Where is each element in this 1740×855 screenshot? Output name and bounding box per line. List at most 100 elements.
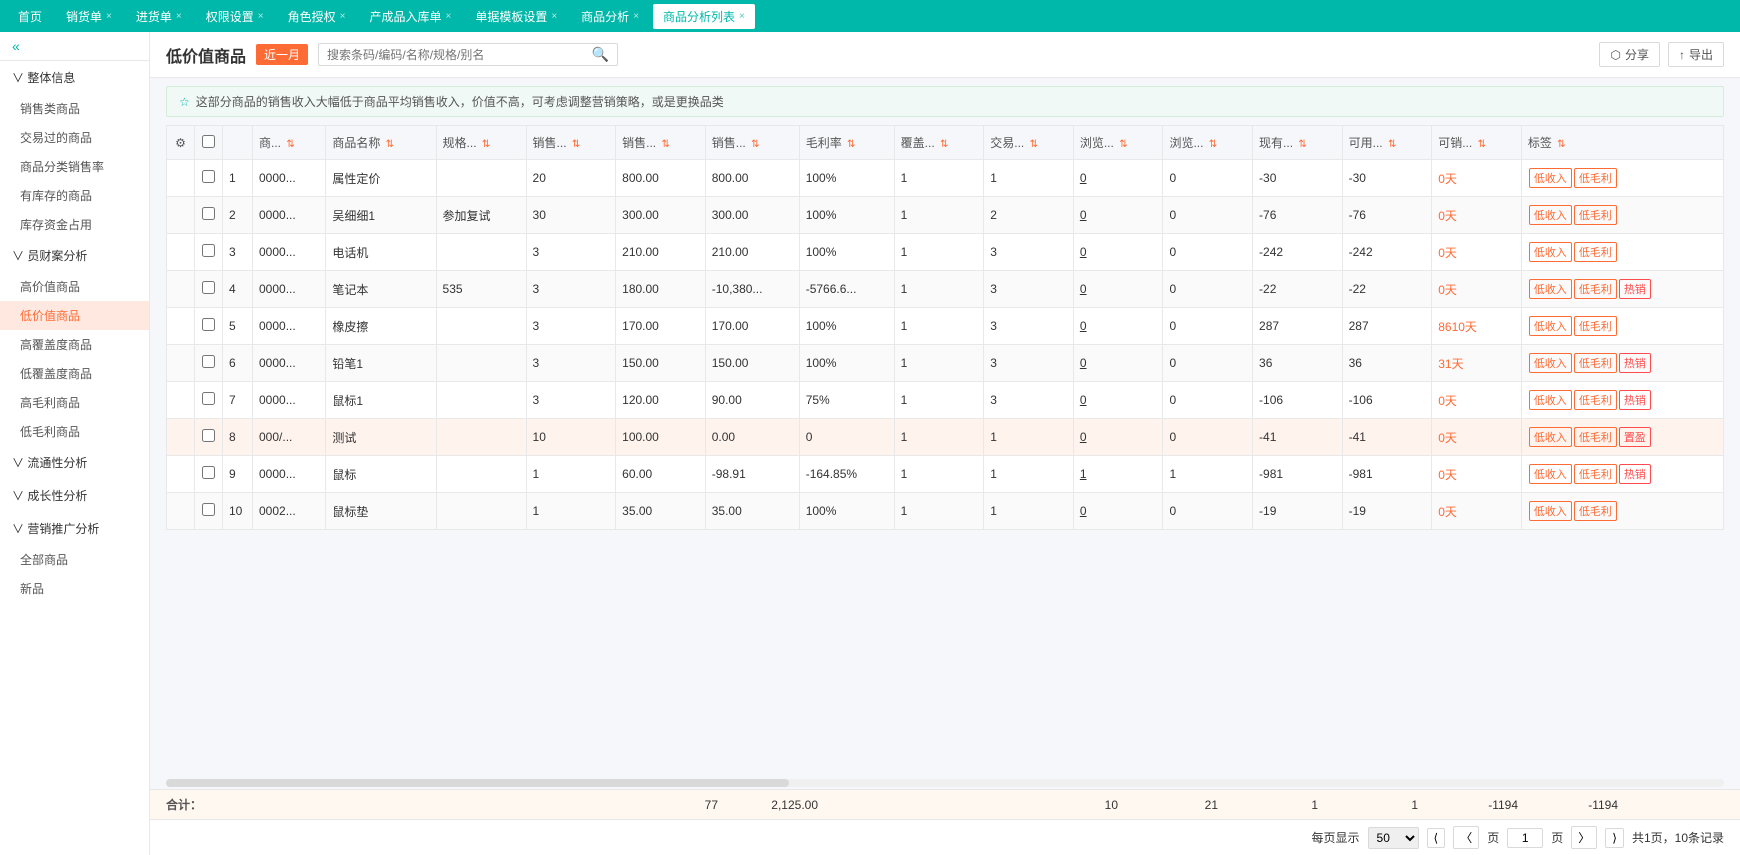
table-row[interactable]: 10 0002... 鼠标垫 1 35.00 35.00 100% 1 1 0 …	[167, 493, 1724, 530]
row-view1[interactable]: 0	[1073, 382, 1163, 419]
col-view1[interactable]: 浏览... ⇅	[1073, 126, 1163, 160]
checkbox-cell[interactable]	[195, 456, 223, 493]
row-view1[interactable]: 1	[1073, 456, 1163, 493]
sidebar-item-category-sales-rate[interactable]: 商品分类销售率	[0, 152, 149, 181]
row-checkbox[interactable]	[202, 466, 215, 479]
share-button[interactable]: ⬡ 分享	[1599, 42, 1660, 67]
col-stock1[interactable]: 现有... ⇅	[1253, 126, 1343, 160]
row-checkbox[interactable]	[202, 207, 215, 220]
sidebar-item-low-coverage[interactable]: 低覆盖度商品	[0, 359, 149, 388]
row-view1[interactable]: 0	[1073, 197, 1163, 234]
nav-permission-settings[interactable]: 权限设置 ×	[196, 4, 274, 29]
nav-product-analysis[interactable]: 商品分析 ×	[571, 4, 649, 29]
select-all-checkbox[interactable]	[202, 135, 215, 148]
sidebar-item-low-value[interactable]: 低价值商品	[0, 301, 149, 330]
nav-purchase-order[interactable]: 进货单 ×	[126, 4, 192, 29]
sidebar-item-high-value[interactable]: 高价值商品	[0, 272, 149, 301]
checkbox-cell[interactable]	[195, 493, 223, 530]
col-sales1[interactable]: 销售... ⇅	[616, 126, 706, 160]
col-margin[interactable]: 毛利率 ⇅	[799, 126, 894, 160]
nav-close-icon[interactable]: ×	[340, 11, 346, 22]
col-code[interactable]: 商... ⇅	[253, 126, 326, 160]
col-sales-days[interactable]: 可销... ⇅	[1432, 126, 1522, 160]
table-row[interactable]: 5 0000... 橡皮擦 3 170.00 170.00 100% 1 3 0…	[167, 308, 1724, 345]
checkbox-cell[interactable]	[195, 419, 223, 456]
col-checkbox[interactable]	[195, 126, 223, 160]
row-view1[interactable]: 0	[1073, 493, 1163, 530]
nav-close-icon[interactable]: ×	[176, 11, 182, 22]
nav-close-icon[interactable]: ×	[551, 11, 557, 22]
scroll-thumb[interactable]	[166, 779, 789, 787]
col-spec[interactable]: 规格... ⇅	[436, 126, 526, 160]
row-view1[interactable]: 0	[1073, 308, 1163, 345]
nav-close-icon[interactable]: ×	[633, 11, 639, 22]
row-checkbox[interactable]	[202, 392, 215, 405]
view-link[interactable]: 0	[1080, 171, 1087, 185]
sidebar-collapse-button[interactable]: «	[8, 38, 24, 54]
sidebar-item-low-margin[interactable]: 低毛利商品	[0, 417, 149, 446]
nav-home[interactable]: 首页	[8, 4, 52, 29]
row-view1[interactable]: 0	[1073, 234, 1163, 271]
col-name[interactable]: 商品名称 ⇅	[326, 126, 436, 160]
table-row[interactable]: 4 0000... 笔记本 535 3 180.00 -10,380... -5…	[167, 271, 1724, 308]
table-row[interactable]: 7 0000... 鼠标1 3 120.00 90.00 75% 1 3 0 0…	[167, 382, 1724, 419]
nav-product-warehouse[interactable]: 产成品入库单 ×	[359, 4, 461, 29]
row-view1[interactable]: 0	[1073, 419, 1163, 456]
col-settings[interactable]: ⚙	[167, 126, 195, 160]
row-view1[interactable]: 0	[1073, 160, 1163, 197]
table-row[interactable]: 1 0000... 属性定价 20 800.00 800.00 100% 1 1…	[167, 160, 1724, 197]
last-page-button[interactable]: ⟩	[1605, 828, 1624, 848]
col-qty[interactable]: 销售... ⇅	[526, 126, 616, 160]
col-coverage[interactable]: 覆盖... ⇅	[894, 126, 984, 160]
view-link[interactable]: 0	[1080, 208, 1087, 222]
view-link[interactable]: 0	[1080, 393, 1087, 407]
table-row[interactable]: 9 0000... 鼠标 1 60.00 -98.91 -164.85% 1 1…	[167, 456, 1724, 493]
table-row[interactable]: 8 000/... 测试 10 100.00 0.00 0 1 1 0 0 -4…	[167, 419, 1724, 456]
row-checkbox[interactable]	[202, 281, 215, 294]
table-row[interactable]: 2 0000... 吴细细1 参加复试 30 300.00 300.00 100…	[167, 197, 1724, 234]
next-page-button[interactable]: 〉	[1571, 826, 1597, 849]
view-link[interactable]: 0	[1080, 245, 1087, 259]
col-tags[interactable]: 标签 ⇅	[1521, 126, 1723, 160]
sidebar-item-sales-products[interactable]: 销售类商品	[0, 94, 149, 123]
sidebar-item-inventory-capital[interactable]: 库存资金占用	[0, 210, 149, 239]
sidebar-item-high-coverage[interactable]: 高覆盖度商品	[0, 330, 149, 359]
checkbox-cell[interactable]	[195, 308, 223, 345]
view-link[interactable]: 0	[1080, 430, 1087, 444]
checkbox-cell[interactable]	[195, 234, 223, 271]
nav-close-icon[interactable]: ×	[445, 11, 451, 22]
scroll-bar[interactable]	[166, 779, 1724, 787]
view-link[interactable]: 0	[1080, 282, 1087, 296]
col-sales2[interactable]: 销售... ⇅	[705, 126, 799, 160]
sidebar-item-new-products[interactable]: 新品	[0, 574, 149, 603]
sidebar-group-marketing-title[interactable]: ∨ 营销推广分析	[0, 512, 149, 545]
nav-product-analysis-list[interactable]: 商品分析列表 ×	[653, 4, 755, 29]
nav-template-settings[interactable]: 单据模板设置 ×	[465, 4, 567, 29]
nav-close-icon[interactable]: ×	[739, 11, 745, 22]
row-checkbox[interactable]	[202, 170, 215, 183]
col-trade[interactable]: 交易... ⇅	[984, 126, 1074, 160]
per-page-select[interactable]: 50 100 200	[1368, 827, 1419, 849]
sidebar-item-stocked-products[interactable]: 有库存的商品	[0, 181, 149, 210]
sidebar-item-traded-products[interactable]: 交易过的商品	[0, 123, 149, 152]
col-view2[interactable]: 浏览... ⇅	[1163, 126, 1253, 160]
row-checkbox[interactable]	[202, 318, 215, 331]
checkbox-cell[interactable]	[195, 197, 223, 234]
view-link[interactable]: 0	[1080, 504, 1087, 518]
row-checkbox[interactable]	[202, 503, 215, 516]
prev-page-button[interactable]: 〈	[1453, 826, 1479, 849]
table-row[interactable]: 6 0000... 铅笔1 3 150.00 150.00 100% 1 3 0…	[167, 345, 1724, 382]
row-view1[interactable]: 0	[1073, 271, 1163, 308]
sidebar-group-financial-title[interactable]: ∨ 员财案分析	[0, 239, 149, 272]
nav-sales-order[interactable]: 销货单 ×	[56, 4, 122, 29]
checkbox-cell[interactable]	[195, 345, 223, 382]
first-page-button[interactable]: ⟨	[1427, 828, 1446, 848]
page-number-input[interactable]	[1507, 828, 1543, 848]
export-button[interactable]: ↑ 导出	[1668, 42, 1724, 67]
row-view1[interactable]: 0	[1073, 345, 1163, 382]
view-link[interactable]: 0	[1080, 319, 1087, 333]
sidebar-group-growth-title[interactable]: ∨ 成长性分析	[0, 479, 149, 512]
row-checkbox[interactable]	[202, 355, 215, 368]
nav-close-icon[interactable]: ×	[106, 11, 112, 22]
row-checkbox[interactable]	[202, 429, 215, 442]
